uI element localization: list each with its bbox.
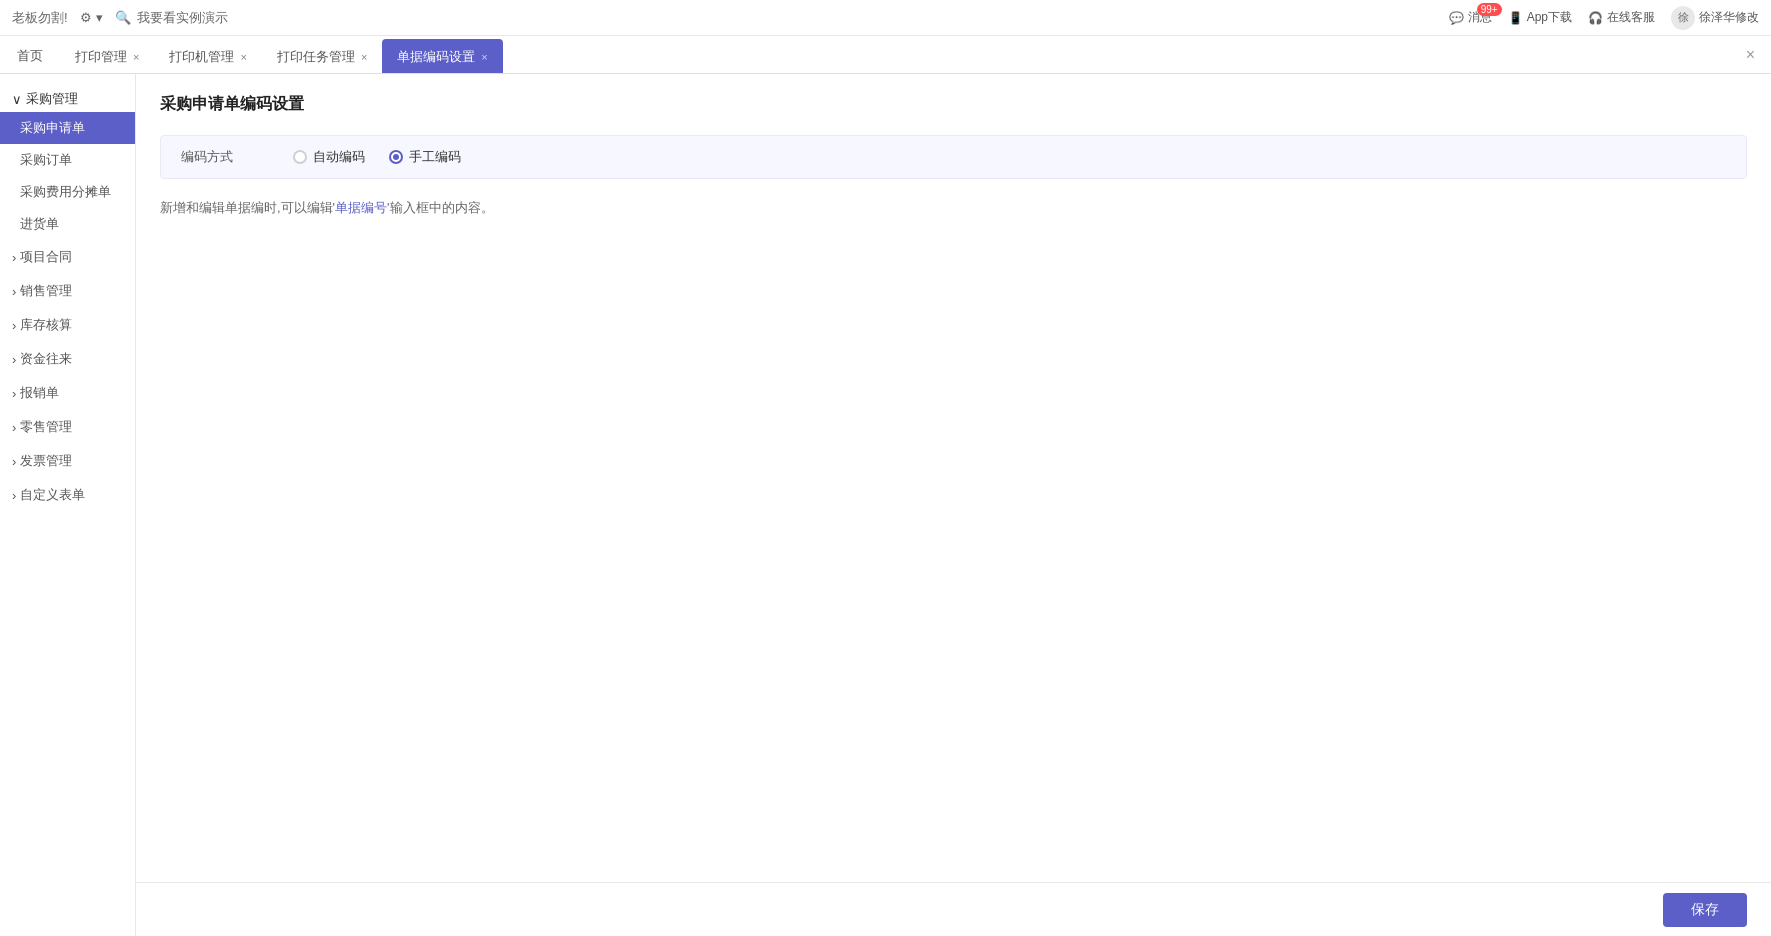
tab-printer-management-label: 打印机管理 bbox=[169, 48, 234, 66]
sidebar-group-arrow-capital: › bbox=[12, 352, 16, 367]
page-title: 采购申请单编码设置 bbox=[160, 94, 1747, 115]
radio-group: 自动编码 手工编码 bbox=[293, 148, 461, 166]
search-bar[interactable]: 🔍 我要看实例演示 bbox=[115, 9, 228, 27]
top-bar: 老板勿割! ⚙ ▾ 🔍 我要看实例演示 💬 消息 99+ 📱 App下载 🎧 在… bbox=[0, 0, 1771, 36]
sidebar-group-expense-claim[interactable]: › 报销单 bbox=[0, 376, 135, 410]
sidebar-group-arrow-purchase: ∨ bbox=[12, 92, 22, 107]
tab-bar: 首页 打印管理 × 打印机管理 × 打印任务管理 × 单据编码设置 × × bbox=[0, 36, 1771, 74]
tab-home-label: 首页 bbox=[17, 47, 43, 65]
sidebar-group-inventory[interactable]: › 库存核算 bbox=[0, 308, 135, 342]
tab-bar-close-button[interactable]: × bbox=[1738, 46, 1763, 64]
user-item[interactable]: 徐 徐泽华修改 bbox=[1671, 6, 1759, 30]
sidebar-item-label-stock-in: 进货单 bbox=[20, 216, 59, 231]
sidebar-group-title-project: 项目合同 bbox=[20, 248, 72, 266]
description-text: 新增和编辑单据编时,可以编辑'单据编号'输入框中的内容。 bbox=[160, 199, 1747, 217]
tab-voucher-code-settings-label: 单据编码设置 bbox=[397, 48, 475, 66]
radio-manual-label: 手工编码 bbox=[409, 148, 461, 166]
sidebar-group-arrow-sales: › bbox=[12, 284, 16, 299]
sidebar-group-title-sales: 销售管理 bbox=[20, 282, 72, 300]
sidebar-item-label-purchase-order: 采购订单 bbox=[20, 152, 72, 167]
encoding-label: 编码方式 bbox=[181, 148, 233, 166]
sidebar-item-stock-in[interactable]: 进货单 bbox=[0, 208, 135, 240]
top-bar-left: 老板勿割! ⚙ ▾ 🔍 我要看实例演示 bbox=[12, 9, 228, 27]
top-bar-right: 💬 消息 99+ 📱 App下载 🎧 在线客服 徐 徐泽华修改 bbox=[1449, 6, 1759, 30]
search-icon: 🔍 bbox=[115, 10, 131, 25]
tab-close-voucher-code-settings[interactable]: × bbox=[481, 51, 487, 63]
tab-voucher-code-settings[interactable]: 单据编码设置 × bbox=[382, 39, 502, 73]
save-button[interactable]: 保存 bbox=[1663, 893, 1747, 927]
notification-badge: 99+ bbox=[1477, 3, 1502, 16]
online-service-item[interactable]: 🎧 在线客服 bbox=[1588, 9, 1655, 26]
tab-print-management[interactable]: 打印管理 × bbox=[60, 39, 154, 73]
tab-close-print-management[interactable]: × bbox=[133, 51, 139, 63]
sidebar-item-purchase-expense[interactable]: 采购费用分摊单 bbox=[0, 176, 135, 208]
sidebar-group-arrow-project: › bbox=[12, 250, 16, 265]
sidebar-item-purchase-request[interactable]: 采购申请单 bbox=[0, 112, 135, 144]
encoding-section: 编码方式 自动编码 手工编码 bbox=[160, 135, 1747, 179]
tab-printer-management[interactable]: 打印机管理 × bbox=[154, 39, 261, 73]
sidebar-item-label-purchase-expense: 采购费用分摊单 bbox=[20, 184, 111, 199]
sidebar-group-arrow-custom: › bbox=[12, 488, 16, 503]
sidebar-group-title-capital: 资金往来 bbox=[20, 350, 72, 368]
sidebar-group-custom-form[interactable]: › 自定义表单 bbox=[0, 478, 135, 512]
radio-auto-label: 自动编码 bbox=[313, 148, 365, 166]
tab-home[interactable]: 首页 bbox=[0, 39, 60, 73]
sidebar-group-retail[interactable]: › 零售管理 bbox=[0, 410, 135, 444]
sidebar-group-capital[interactable]: › 资金往来 bbox=[0, 342, 135, 376]
main-layout: ∨ 采购管理 采购申请单 采购订单 采购费用分摊单 进货单 › 项目合同 › 销… bbox=[0, 74, 1771, 936]
sidebar-group-title-purchase: 采购管理 bbox=[26, 90, 78, 108]
user-name: 徐泽华修改 bbox=[1699, 9, 1759, 26]
sidebar-group-arrow-invoice: › bbox=[12, 454, 16, 469]
app-download-label: App下载 bbox=[1527, 9, 1572, 26]
sidebar-group-arrow-expense: › bbox=[12, 386, 16, 401]
notification-item[interactable]: 💬 消息 99+ bbox=[1449, 9, 1492, 26]
sidebar-group-sales-management[interactable]: › 销售管理 bbox=[0, 274, 135, 308]
radio-btn-auto[interactable] bbox=[293, 150, 307, 164]
tab-print-task-management[interactable]: 打印任务管理 × bbox=[262, 39, 382, 73]
content-inner: 采购申请单编码设置 编码方式 自动编码 手工编码 新增和编辑单据编时,可以编辑'… bbox=[136, 74, 1771, 882]
tab-print-task-management-label: 打印任务管理 bbox=[277, 48, 355, 66]
content-area: 采购申请单编码设置 编码方式 自动编码 手工编码 新增和编辑单据编时,可以编辑'… bbox=[136, 74, 1771, 936]
sidebar-group-arrow-retail: › bbox=[12, 420, 16, 435]
sidebar-item-label-purchase-request: 采购申请单 bbox=[20, 120, 85, 135]
sidebar-group-project-contract[interactable]: › 项目合同 bbox=[0, 240, 135, 274]
avatar: 徐 bbox=[1671, 6, 1695, 30]
sidebar-item-purchase-order[interactable]: 采购订单 bbox=[0, 144, 135, 176]
logo-text[interactable]: 老板勿割! bbox=[12, 9, 68, 27]
sidebar: ∨ 采购管理 采购申请单 采购订单 采购费用分摊单 进货单 › 项目合同 › 销… bbox=[0, 74, 136, 936]
sidebar-group-title-retail: 零售管理 bbox=[20, 418, 72, 436]
radio-manual-code[interactable]: 手工编码 bbox=[389, 148, 461, 166]
search-text: 我要看实例演示 bbox=[137, 9, 228, 27]
online-service-label: 在线客服 bbox=[1607, 9, 1655, 26]
sidebar-group-title-invoice: 发票管理 bbox=[20, 452, 72, 470]
headset-icon: 🎧 bbox=[1588, 11, 1603, 25]
radio-btn-manual[interactable] bbox=[389, 150, 403, 164]
sidebar-group-title-inventory: 库存核算 bbox=[20, 316, 72, 334]
app-download-item[interactable]: 📱 App下载 bbox=[1508, 9, 1572, 26]
sidebar-group-purchase-management[interactable]: ∨ 采购管理 bbox=[0, 82, 135, 112]
radio-auto-code[interactable]: 自动编码 bbox=[293, 148, 365, 166]
sidebar-group-invoice[interactable]: › 发票管理 bbox=[0, 444, 135, 478]
dropdown-arrow: ▾ bbox=[96, 10, 103, 25]
settings-icon: ⚙ bbox=[80, 10, 92, 25]
settings-dropdown[interactable]: ⚙ ▾ bbox=[80, 10, 103, 25]
tab-close-print-task-management[interactable]: × bbox=[361, 51, 367, 63]
message-icon: 💬 bbox=[1449, 11, 1464, 25]
tab-close-printer-management[interactable]: × bbox=[240, 51, 246, 63]
sidebar-group-title-expense: 报销单 bbox=[20, 384, 59, 402]
phone-icon: 📱 bbox=[1508, 11, 1523, 25]
sidebar-group-title-custom: 自定义表单 bbox=[20, 486, 85, 504]
tab-print-management-label: 打印管理 bbox=[75, 48, 127, 66]
sidebar-group-arrow-inventory: › bbox=[12, 318, 16, 333]
bottom-bar: 保存 bbox=[136, 882, 1771, 936]
description-highlight: 单据编号 bbox=[335, 200, 387, 215]
